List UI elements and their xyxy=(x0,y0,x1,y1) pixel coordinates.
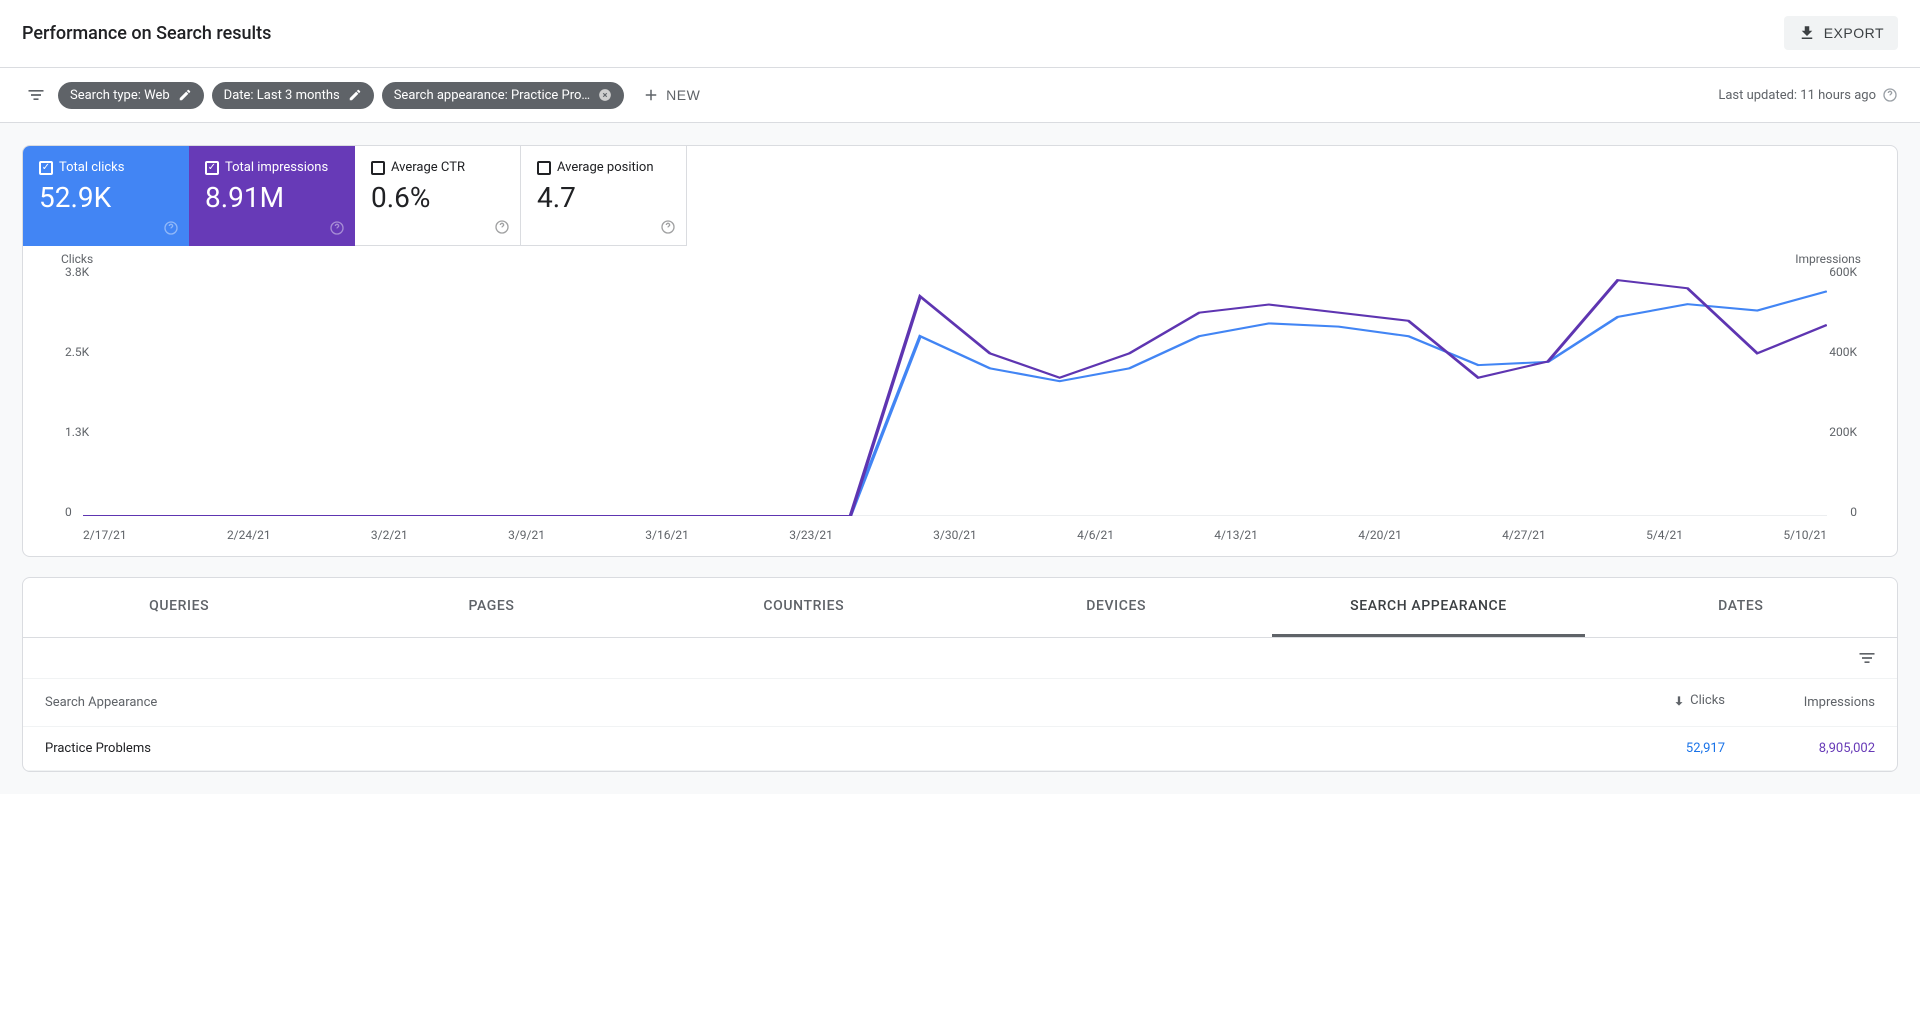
page-title: Performance on Search results xyxy=(22,23,271,44)
tab-countries[interactable]: COUNTRIES xyxy=(648,578,960,637)
chart-area: Clicks Impressions 3.8K2.5K1.3K0 600K400… xyxy=(23,246,1897,556)
xtick: 4/20/21 xyxy=(1358,528,1402,542)
plus-icon xyxy=(642,86,660,104)
pencil-icon xyxy=(178,88,192,102)
xtick: 3/9/21 xyxy=(508,528,545,542)
chip-label: Search type: Web xyxy=(70,88,170,103)
xtick: 2/17/21 xyxy=(83,528,127,542)
axis-label-impressions: Impressions xyxy=(1795,252,1861,266)
row-clicks: 52,917 xyxy=(1575,741,1725,756)
chart-card: Total clicks 52.9K Total impressions 8.9… xyxy=(22,145,1898,557)
xtick: 4/13/21 xyxy=(1214,528,1258,542)
col-header-impressions[interactable]: Impressions xyxy=(1725,695,1875,710)
chart-plot[interactable] xyxy=(83,272,1827,516)
help-icon[interactable] xyxy=(1882,87,1898,103)
new-filter-button[interactable]: NEW xyxy=(632,80,710,110)
table-filter-icon[interactable] xyxy=(1857,648,1877,668)
chip-label: Date: Last 3 months xyxy=(224,88,340,103)
ytick-right: 200K xyxy=(1829,425,1857,439)
metric-label: Average position xyxy=(557,160,654,175)
ytick-left: 0 xyxy=(65,505,72,519)
chip-search-type[interactable]: Search type: Web xyxy=(58,82,204,109)
tab-search-appearance[interactable]: SEARCH APPEARANCE xyxy=(1272,578,1584,637)
checkbox-icon xyxy=(537,161,551,175)
help-icon[interactable] xyxy=(660,219,676,235)
metric-card-0[interactable]: Total clicks 52.9K xyxy=(23,146,189,246)
download-icon xyxy=(1798,24,1816,42)
metric-label: Total impressions xyxy=(225,160,328,175)
metric-card-3[interactable]: Average position 4.7 xyxy=(521,146,687,246)
ytick-right: 600K xyxy=(1829,265,1857,279)
export-label: EXPORT xyxy=(1824,25,1884,41)
metric-row: Total clicks 52.9K Total impressions 8.9… xyxy=(23,146,1897,246)
tab-pages[interactable]: PAGES xyxy=(335,578,647,637)
metric-card-1[interactable]: Total impressions 8.91M xyxy=(189,146,355,246)
col-header-name[interactable]: Search Appearance xyxy=(45,695,1575,710)
xtick: 3/16/21 xyxy=(645,528,689,542)
sort-desc-icon xyxy=(1672,694,1686,708)
tab-dates[interactable]: DATES xyxy=(1585,578,1897,637)
tab-queries[interactable]: QUERIES xyxy=(23,578,335,637)
row-impressions: 8,905,002 xyxy=(1725,741,1875,756)
last-updated: Last updated: 11 hours ago xyxy=(1718,87,1898,103)
table-card: QUERIESPAGESCOUNTRIESDEVICESSEARCH APPEA… xyxy=(22,577,1898,772)
axis-label-clicks: Clicks xyxy=(61,252,93,266)
help-icon[interactable] xyxy=(163,220,179,236)
metric-label: Total clicks xyxy=(59,160,124,175)
last-updated-text: Last updated: 11 hours ago xyxy=(1718,88,1876,103)
chip-label: Search appearance: Practice Pro… xyxy=(394,88,590,103)
table-header: Search Appearance Clicks Impressions xyxy=(23,679,1897,727)
checkbox-icon xyxy=(371,161,385,175)
metric-label: Average CTR xyxy=(391,160,465,175)
x-axis: 2/17/21 2/24/21 3/2/21 3/9/21 3/16/21 3/23/21… xyxy=(83,528,1827,542)
checkbox-icon xyxy=(39,161,53,175)
xtick: 4/6/21 xyxy=(1077,528,1114,542)
help-icon[interactable] xyxy=(494,219,510,235)
ytick-right: 0 xyxy=(1850,505,1857,519)
xtick: 5/4/21 xyxy=(1646,528,1683,542)
checkbox-icon xyxy=(205,161,219,175)
chip-search-appearance[interactable]: Search appearance: Practice Pro… xyxy=(382,82,624,109)
tabs: QUERIESPAGESCOUNTRIESDEVICESSEARCH APPEA… xyxy=(23,578,1897,638)
xtick: 4/27/21 xyxy=(1502,528,1546,542)
tab-devices[interactable]: DEVICES xyxy=(960,578,1272,637)
metric-value: 52.9K xyxy=(39,181,173,214)
col-header-clicks[interactable]: Clicks xyxy=(1575,693,1725,712)
new-label: NEW xyxy=(666,87,700,103)
metric-value: 8.91M xyxy=(205,181,339,214)
metric-value: 0.6% xyxy=(371,181,504,214)
ytick-right: 400K xyxy=(1829,345,1857,359)
row-name: Practice Problems xyxy=(45,741,1575,756)
xtick: 5/10/21 xyxy=(1783,528,1827,542)
metric-card-2[interactable]: Average CTR 0.6% xyxy=(355,146,521,246)
filter-icon[interactable] xyxy=(22,81,50,109)
chip-date[interactable]: Date: Last 3 months xyxy=(212,82,374,109)
xtick: 3/2/21 xyxy=(371,528,408,542)
export-button[interactable]: EXPORT xyxy=(1784,16,1898,50)
table-row[interactable]: Practice Problems 52,917 8,905,002 xyxy=(23,727,1897,771)
xtick: 3/30/21 xyxy=(933,528,977,542)
pencil-icon xyxy=(348,88,362,102)
xtick: 3/23/21 xyxy=(789,528,833,542)
metric-value: 4.7 xyxy=(537,181,670,214)
xtick: 2/24/21 xyxy=(227,528,271,542)
close-icon[interactable] xyxy=(598,88,612,102)
help-icon[interactable] xyxy=(329,220,345,236)
